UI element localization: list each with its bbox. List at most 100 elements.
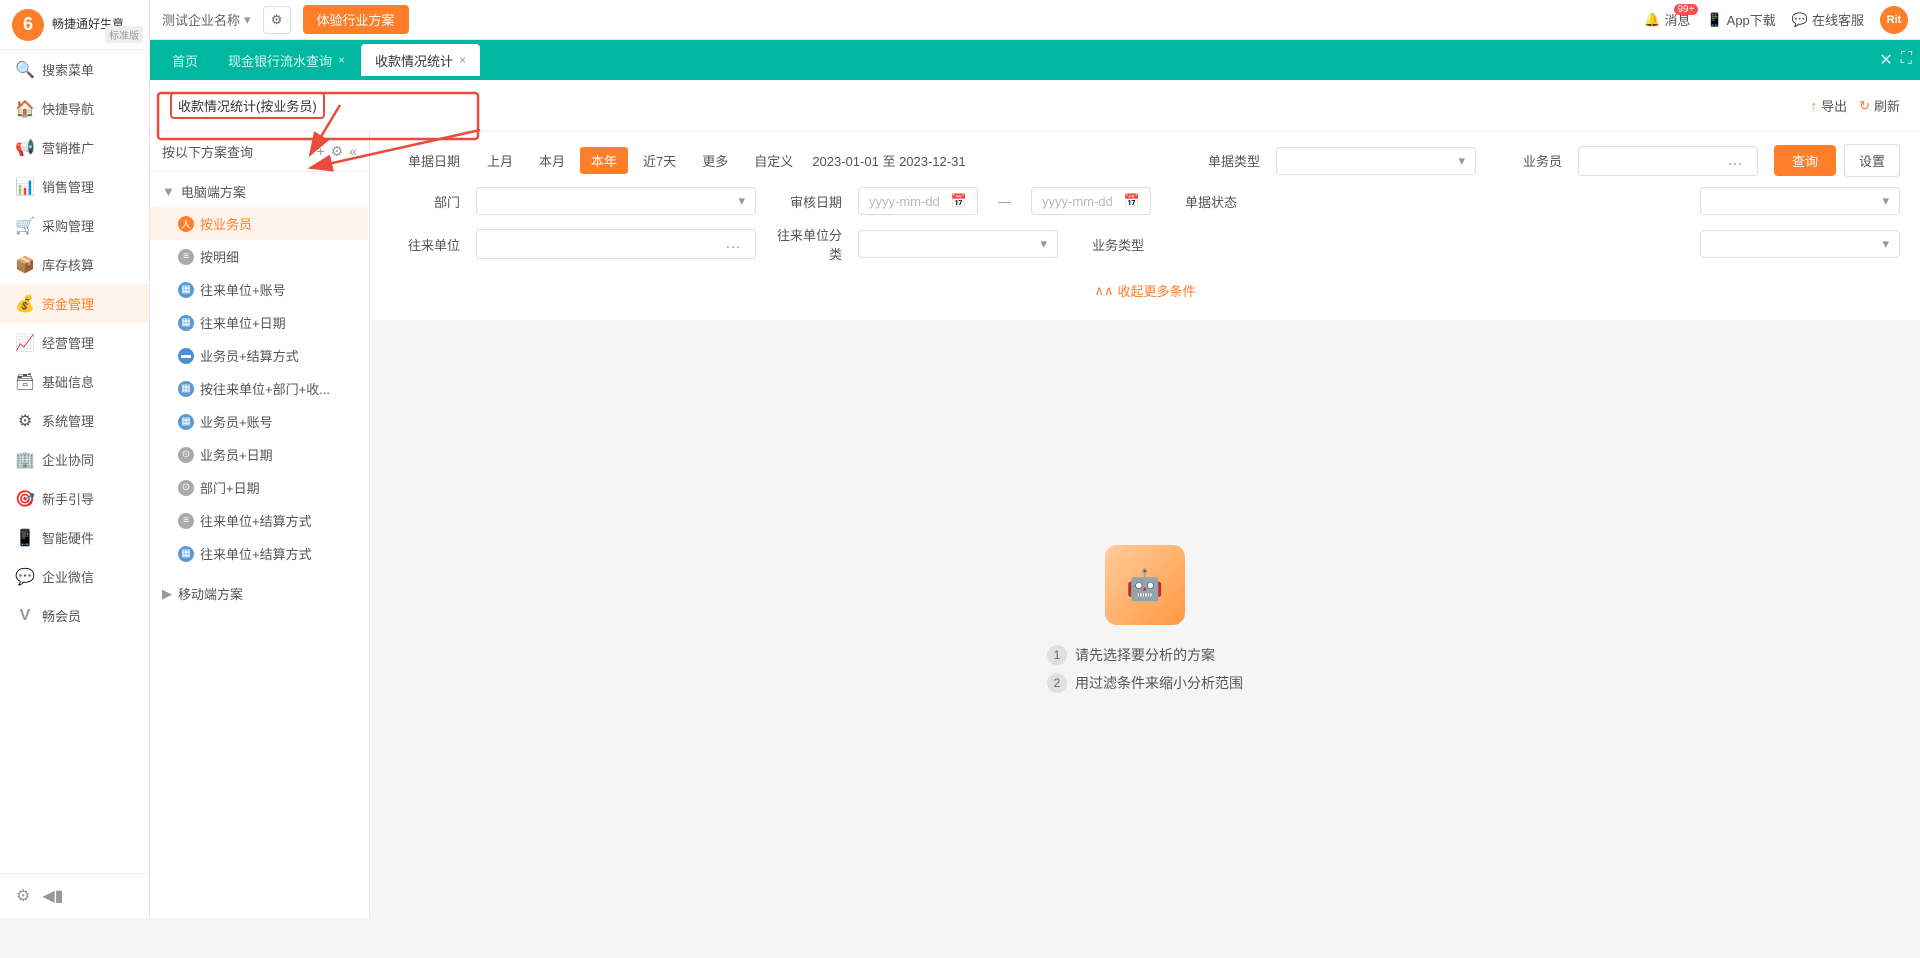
scheme-item-8[interactable]: ⊙ 部门+日期 — [150, 471, 369, 504]
tab-bank-close[interactable]: × — [338, 53, 345, 67]
staff-select[interactable]: … — [1578, 146, 1758, 176]
refresh-button[interactable]: ↻ 刷新 — [1859, 96, 1900, 115]
scheme-item-5[interactable]: ▦ 按往来单位+部门+收... — [150, 372, 369, 405]
sidebar-item-hardware[interactable]: 📱 智能硬件 — [0, 518, 149, 557]
scheme-item-icon-9: ≡ — [178, 513, 194, 529]
sidebar-item-search[interactable]: 🔍 搜索菜单 — [0, 50, 149, 89]
sidebar-item-guide[interactable]: 🎯 新手引导 — [0, 479, 149, 518]
sidebar-bottom: ⚙ ◀▮ — [0, 873, 149, 918]
doc-status-arrow: ▾ — [1882, 193, 1889, 209]
collapse-icon: ∧∧ — [1094, 283, 1113, 299]
dept-select[interactable]: ▾ — [476, 187, 756, 215]
sidebar-label-inventory: 库存核算 — [42, 255, 94, 274]
date-tab-more[interactable]: 更多 — [691, 147, 739, 174]
scheme-group-mobile-title[interactable]: ▶ 移动端方案 — [150, 578, 369, 609]
doc-type-select[interactable]: ▾ — [1276, 147, 1476, 175]
audit-date-end[interactable]: yyyy-mm-dd 📅 — [1031, 187, 1151, 215]
column-settings-button[interactable]: 设置 — [1844, 144, 1900, 177]
scheme-item-1[interactable]: ≡ 按明细 — [150, 240, 369, 273]
sidebar-item-enterprise[interactable]: 🏢 企业协同 — [0, 440, 149, 479]
group-expand-arrow: ▼ — [162, 184, 175, 199]
date-range-end: 2023-12-31 — [899, 154, 966, 169]
scheme-header-label: 按以下方案查询 — [162, 142, 316, 161]
sidebar-item-marketing[interactable]: 📢 营销推广 — [0, 128, 149, 167]
sidebar-item-inventory[interactable]: 📦 库存核算 — [0, 245, 149, 284]
sidebar-item-quick-nav[interactable]: 🏠 快捷导航 — [0, 89, 149, 128]
sidebar-item-sales[interactable]: 📊 销售管理 — [0, 167, 149, 206]
scheme-item-2[interactable]: ▦ 往来单位+账号 — [150, 273, 369, 306]
tab-collection[interactable]: 收款情况统计 × — [361, 44, 480, 76]
scheme-item-3[interactable]: ▦ 往来单位+日期 — [150, 306, 369, 339]
tab-maximize-icon[interactable]: ⛶ — [1901, 50, 1912, 70]
filter-btn-group: 查询 设置 — [1774, 144, 1900, 177]
date-tab-prev-month[interactable]: 上月 — [476, 147, 524, 174]
sidebar-label-basic: 基础信息 — [42, 372, 94, 391]
query-button[interactable]: 查询 — [1774, 145, 1836, 176]
date-tab-curr-month[interactable]: 本月 — [528, 147, 576, 174]
online-service-label: 在线客服 — [1812, 10, 1864, 29]
doc-status-select[interactable]: ▾ — [1700, 187, 1900, 215]
date-tab-custom[interactable]: 自定义 — [743, 147, 804, 174]
collapse-filters-button[interactable]: ∧∧ 收起更多条件 — [390, 273, 1900, 308]
messages-action[interactable]: 🔔 消息 99+ — [1644, 10, 1690, 29]
app-download-action[interactable]: 📱 App下载 — [1706, 10, 1775, 29]
audit-date-start[interactable]: yyyy-mm-dd 📅 — [858, 187, 978, 215]
user-avatar[interactable]: Rit — [1880, 6, 1908, 34]
hardware-icon: 📱 — [16, 529, 34, 547]
trial-button[interactable]: 体验行业方案 — [303, 5, 409, 34]
scheme-item-0[interactable]: 人 按业务员 — [150, 207, 369, 240]
settings-btn-header[interactable]: ⚙ — [263, 6, 291, 34]
tab-bank[interactable]: 现金银行流水查询 × — [214, 44, 359, 76]
collapse-sidebar-icon[interactable]: ◀▮ — [42, 886, 63, 906]
content-panel: 单据日期 上月 本月 本年 近7天 更多 自定义 2023- — [370, 132, 1920, 918]
sidebar-item-finance[interactable]: 💰 资金管理 — [0, 284, 149, 323]
tab-home[interactable]: 首页 — [158, 44, 212, 76]
sidebar-item-operation[interactable]: 📈 经营管理 — [0, 323, 149, 362]
scheme-item-6[interactable]: ▦ 业务员+账号 — [150, 405, 369, 438]
bell-icon: 🔔 — [1644, 12, 1660, 28]
scheme-add-icon[interactable]: + — [316, 143, 324, 160]
settings-icon[interactable]: ⚙ — [16, 886, 30, 906]
scheme-item-7[interactable]: ⊙ 业务员+日期 — [150, 438, 369, 471]
export-label: 导出 — [1821, 96, 1847, 115]
sidebar-item-wechat[interactable]: 💬 企业微信 — [0, 557, 149, 596]
scheme-item-10[interactable]: ▦ 往来单位+结算方式 — [150, 537, 369, 570]
sidebar-item-purchase[interactable]: 🛒 采购管理 — [0, 206, 149, 245]
date-range-display: 2023-01-01 至 2023-12-31 — [812, 151, 965, 170]
sidebar-item-basic[interactable]: 🗃 基础信息 — [0, 362, 149, 401]
sidebar-nav: 🔍 搜索菜单 🏠 快捷导航 📢 营销推广 📊 销售管理 🛒 采购管理 📦 库存核… — [0, 50, 149, 873]
sidebar-label-wechat: 企业微信 — [42, 567, 94, 586]
scheme-item-9[interactable]: ≡ 往来单位+结算方式 — [150, 504, 369, 537]
scheme-group-desktop-title[interactable]: ▼ 电脑端方案 — [150, 176, 369, 207]
scheme-item-icon-3: ▦ — [178, 315, 194, 331]
biz-type-select[interactable]: ▾ — [1700, 230, 1900, 258]
filter-row-3: 往来单位 … 往来单位分类 ▾ 业务类型 ▾ — [390, 225, 1900, 263]
scheme-item-4[interactable]: ▬ 业务员+结算方式 — [150, 339, 369, 372]
sidebar-item-vip[interactable]: V 畅会员 — [0, 596, 149, 635]
scheme-settings-icon[interactable]: ⚙ — [331, 143, 344, 160]
top-header: 测试企业名称 ▾ ⚙ 体验行业方案 🔔 消息 99+ 📱 App下载 💬 在线客… — [150, 0, 1920, 40]
scheme-collapse-icon[interactable]: « — [349, 143, 357, 160]
scheme-group-desktop: ▼ 电脑端方案 人 按业务员 ≡ 按明细 ▦ 往来单位+账号 — [150, 172, 369, 574]
staff-more-dots[interactable]: … — [1727, 152, 1743, 170]
tip-item-2: 2 用过滤条件来缩小分析范围 — [1047, 673, 1243, 693]
date-tab-curr-year[interactable]: 本年 — [580, 147, 628, 174]
biz-type-label: 业务类型 — [1074, 235, 1144, 254]
sidebar-label-sales: 销售管理 — [42, 177, 94, 196]
scheme-item-icon-7: ⊙ — [178, 447, 194, 463]
tab-close-all-icon[interactable]: ✕ — [1879, 50, 1892, 70]
partner-category-select[interactable]: ▾ — [858, 230, 1058, 258]
partner-more-dots[interactable]: … — [725, 235, 741, 253]
tab-collection-close[interactable]: × — [459, 53, 466, 67]
export-icon: ↑ — [1811, 98, 1818, 113]
wechat-icon: 💬 — [16, 568, 34, 586]
partner-select[interactable]: … — [476, 229, 756, 259]
marketing-icon: 📢 — [16, 139, 34, 157]
date-tab-7days[interactable]: 近7天 — [632, 147, 687, 174]
online-service-action[interactable]: 💬 在线客服 — [1792, 10, 1864, 29]
export-button[interactable]: ↑ 导出 — [1811, 96, 1848, 115]
scheme-group-mobile: ▶ 移动端方案 — [150, 574, 369, 613]
company-dropdown-arrow[interactable]: ▾ — [244, 12, 251, 28]
sidebar-item-system[interactable]: ⚙ 系统管理 — [0, 401, 149, 440]
scheme-item-label-7: 业务员+日期 — [200, 445, 273, 464]
